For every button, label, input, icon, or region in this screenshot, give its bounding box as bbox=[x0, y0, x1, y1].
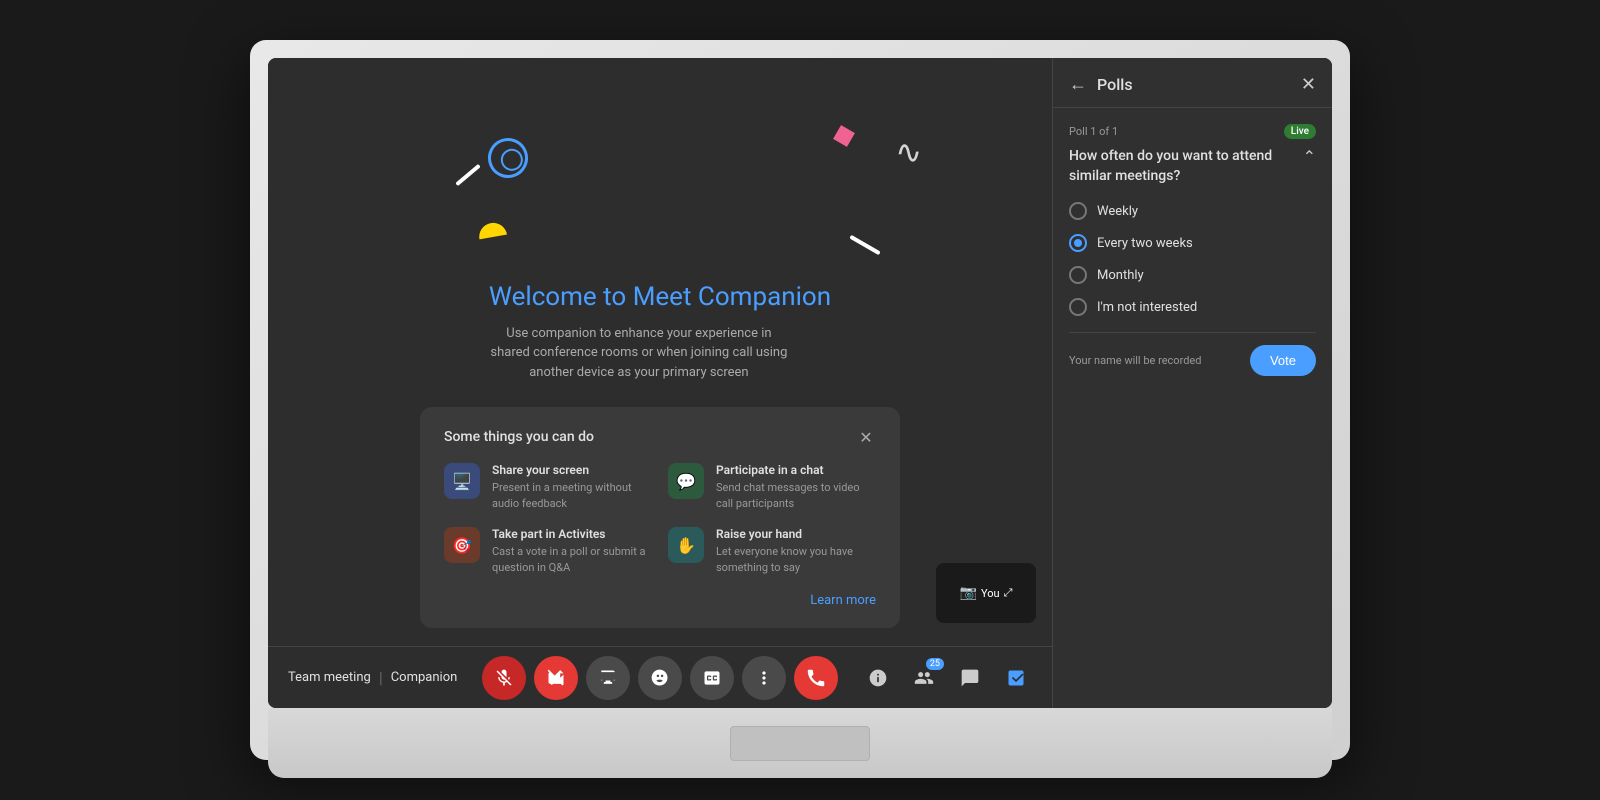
camera-off-button[interactable] bbox=[534, 656, 578, 700]
info-card-grid: 🖥️ Share your screen Present in a meetin… bbox=[444, 463, 876, 575]
poll-option-weekly[interactable]: Weekly bbox=[1069, 202, 1316, 220]
share-screen-desc: Present in a meeting without audio feedb… bbox=[492, 480, 652, 511]
raise-hand-icon: ✋ bbox=[668, 527, 704, 563]
polls-title: Polls bbox=[1097, 75, 1133, 94]
deco-pink-rect bbox=[833, 125, 855, 147]
self-view-label: You bbox=[981, 587, 1000, 600]
info-card-header: Some things you can do ✕ bbox=[444, 427, 876, 447]
activities-desc: Cast a vote in a poll or submit a questi… bbox=[492, 544, 652, 575]
info-card: Some things you can do ✕ 🖥️ Share your s… bbox=[420, 407, 900, 628]
poll-option-not-interested[interactable]: I'm not interested bbox=[1069, 298, 1316, 316]
radio-every-two-weeks[interactable] bbox=[1069, 234, 1087, 252]
poll-question: How often do you want to attend similar … bbox=[1069, 147, 1295, 186]
main-area: ∿ Welcome to Meet Companion Use companio… bbox=[268, 58, 1052, 708]
screen-bezel: ∿ Welcome to Meet Companion Use companio… bbox=[268, 58, 1332, 708]
chat-title: Participate in a chat bbox=[716, 463, 876, 477]
poll-meta: Poll 1 of 1 Live bbox=[1069, 124, 1316, 139]
meeting-info: Team meeting | Companion bbox=[288, 668, 457, 687]
present-button[interactable] bbox=[586, 656, 630, 700]
companion-label: Companion bbox=[391, 670, 458, 685]
share-screen-icon: 🖥️ bbox=[444, 463, 480, 499]
info-item-chat: 💬 Participate in a chat Send chat messag… bbox=[668, 463, 876, 511]
poll-footer-note: Your name will be recorded bbox=[1069, 354, 1201, 367]
option-label-weekly: Weekly bbox=[1097, 204, 1138, 219]
welcome-title: Welcome to Meet Companion bbox=[489, 282, 831, 312]
poll-number: Poll 1 of 1 bbox=[1069, 125, 1118, 138]
learn-more-link[interactable]: Learn more bbox=[810, 593, 876, 608]
poll-question-row: How often do you want to attend similar … bbox=[1069, 147, 1316, 186]
live-badge: Live bbox=[1284, 124, 1316, 139]
poll-collapse-button[interactable]: ⌃ bbox=[1303, 147, 1316, 166]
laptop-base bbox=[268, 708, 1332, 778]
polls-header: ← Polls ✕ bbox=[1053, 58, 1332, 108]
option-label-not-interested: I'm not interested bbox=[1097, 300, 1197, 315]
poll-options: Weekly Every two weeks Monthly I'm bbox=[1069, 202, 1316, 316]
deco-circle bbox=[482, 132, 533, 183]
reactions-button[interactable] bbox=[638, 656, 682, 700]
laptop-trackpad[interactable] bbox=[730, 726, 870, 761]
activities-title: Take part in Activites bbox=[492, 527, 652, 541]
info-card-footer: Learn more bbox=[444, 589, 876, 608]
polls-panel: ← Polls ✕ Poll 1 of 1 Live How often do … bbox=[1052, 58, 1332, 708]
poll-option-monthly[interactable]: Monthly bbox=[1069, 266, 1316, 284]
polls-body: Poll 1 of 1 Live How often do you want t… bbox=[1053, 108, 1332, 708]
more-button[interactable] bbox=[742, 656, 786, 700]
controls-right: 25 bbox=[862, 662, 1032, 694]
welcome-subtitle: Use companion to enhance your experience… bbox=[489, 324, 789, 383]
controls-center bbox=[482, 656, 838, 700]
info-item-activities: 🎯 Take part in Activites Cast a vote in … bbox=[444, 527, 652, 575]
info-button[interactable] bbox=[862, 662, 894, 694]
meeting-name: Team meeting bbox=[288, 670, 371, 685]
camera-off-icon: 📷 bbox=[960, 585, 977, 601]
chat-text: Participate in a chat Send chat messages… bbox=[716, 463, 876, 511]
bottom-bar: Team meeting | Companion bbox=[268, 646, 1052, 708]
info-card-title: Some things you can do bbox=[444, 429, 594, 445]
poll-footer: Your name will be recorded Vote bbox=[1069, 332, 1316, 376]
chat-icon: 💬 bbox=[668, 463, 704, 499]
polls-close-button[interactable]: ✕ bbox=[1301, 74, 1316, 95]
end-call-button[interactable] bbox=[794, 656, 838, 700]
raise-hand-title: Raise your hand bbox=[716, 527, 876, 541]
poll-option-every-two-weeks[interactable]: Every two weeks bbox=[1069, 234, 1316, 252]
deco-white-line2 bbox=[849, 235, 880, 255]
info-card-close-button[interactable]: ✕ bbox=[856, 427, 876, 447]
deco-white-line1 bbox=[455, 164, 481, 186]
people-badge: 25 bbox=[926, 658, 944, 670]
radio-not-interested[interactable] bbox=[1069, 298, 1087, 316]
meeting-separator: | bbox=[379, 668, 383, 687]
deco-yellow-semi bbox=[477, 221, 507, 240]
option-label-monthly: Monthly bbox=[1097, 268, 1144, 283]
raise-hand-desc: Let everyone know you have something to … bbox=[716, 544, 876, 575]
mic-mute-button[interactable] bbox=[482, 656, 526, 700]
self-view-expand-button[interactable]: ⤢ bbox=[1004, 586, 1013, 600]
activities-text: Take part in Activites Cast a vote in a … bbox=[492, 527, 652, 575]
polls-back-button[interactable]: ← bbox=[1069, 74, 1087, 95]
option-label-every-two-weeks: Every two weeks bbox=[1097, 236, 1193, 251]
captions-button[interactable] bbox=[690, 656, 734, 700]
self-view: 📷 You ⤢ bbox=[936, 563, 1036, 623]
vote-button[interactable]: Vote bbox=[1250, 345, 1316, 376]
screen: ∿ Welcome to Meet Companion Use companio… bbox=[268, 58, 1332, 708]
chat-button[interactable] bbox=[954, 662, 986, 694]
activities-button[interactable] bbox=[1000, 662, 1032, 694]
activities-icon: 🎯 bbox=[444, 527, 480, 563]
info-item-raise-hand: ✋ Raise your hand Let everyone know you … bbox=[668, 527, 876, 575]
radio-monthly[interactable] bbox=[1069, 266, 1087, 284]
info-item-share-screen: 🖥️ Share your screen Present in a meetin… bbox=[444, 463, 652, 511]
laptop-shell: ∿ Welcome to Meet Companion Use companio… bbox=[250, 40, 1350, 760]
raise-hand-text: Raise your hand Let everyone know you ha… bbox=[716, 527, 876, 575]
deco-squiggle: ∿ bbox=[895, 133, 922, 171]
polls-header-left: ← Polls bbox=[1069, 74, 1133, 95]
people-button[interactable]: 25 bbox=[908, 662, 940, 694]
chat-desc: Send chat messages to video call partici… bbox=[716, 480, 876, 511]
share-screen-text: Share your screen Present in a meeting w… bbox=[492, 463, 652, 511]
share-screen-title: Share your screen bbox=[492, 463, 652, 477]
radio-weekly[interactable] bbox=[1069, 202, 1087, 220]
